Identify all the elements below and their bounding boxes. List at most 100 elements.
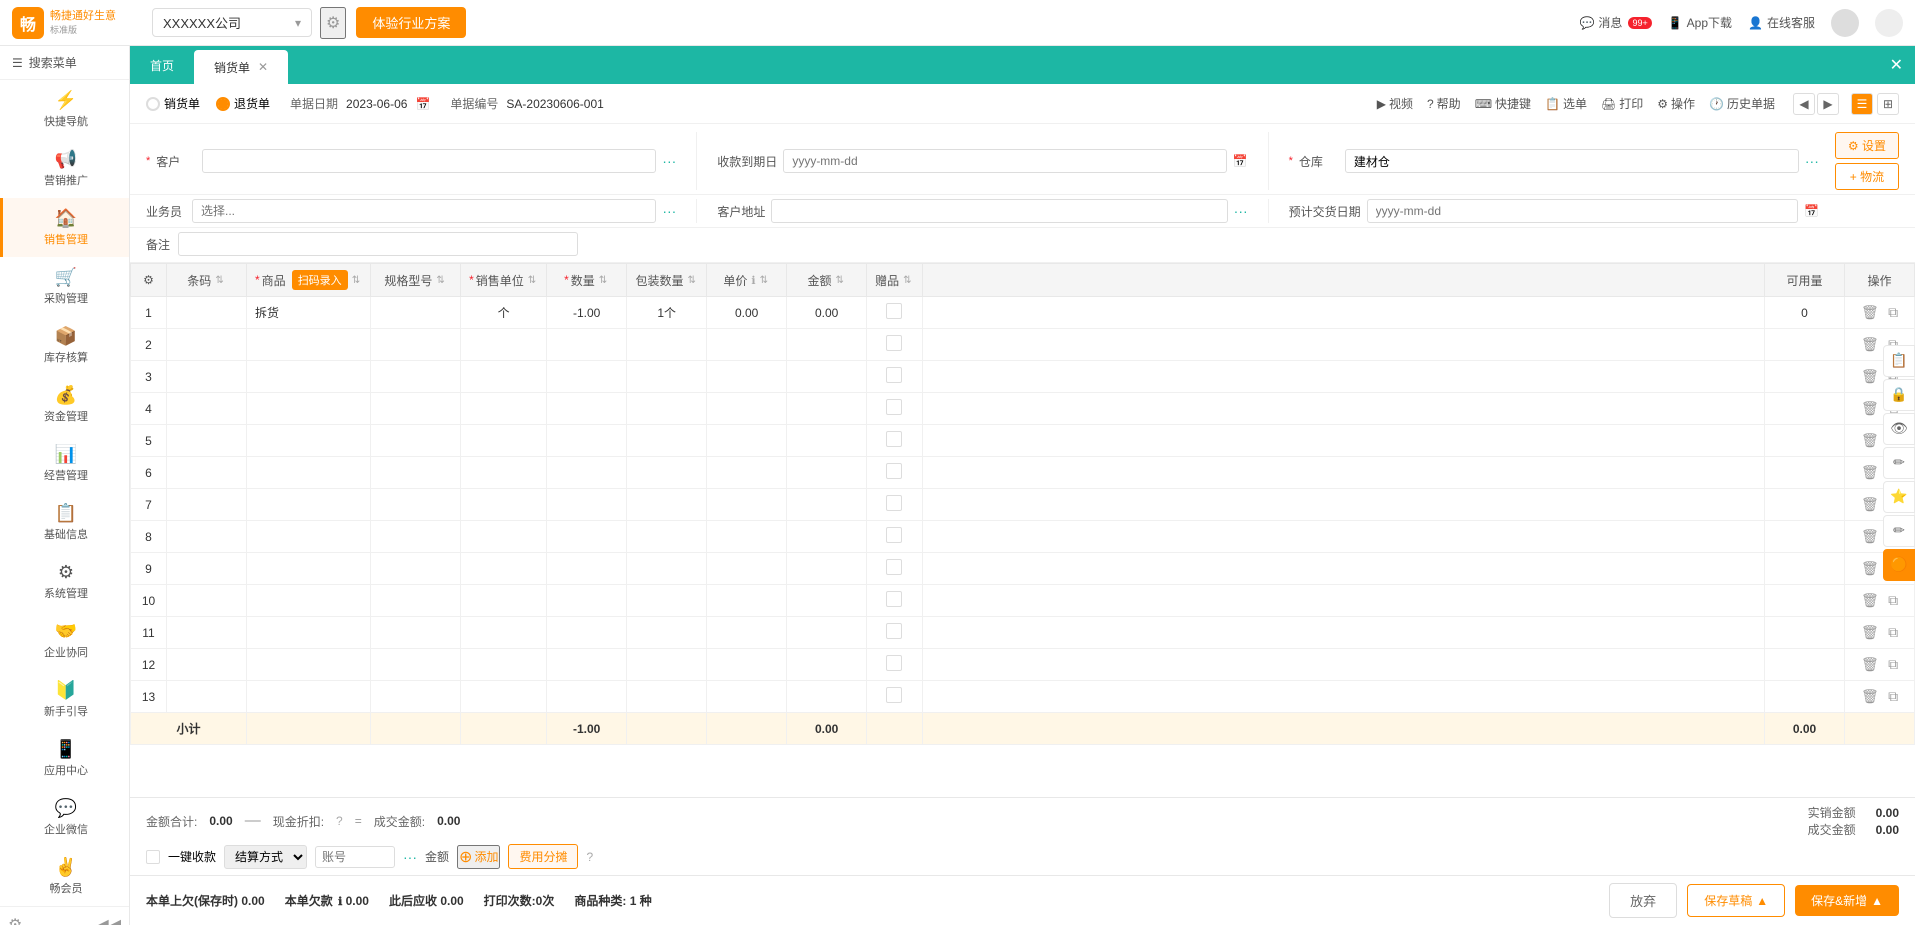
cell-barcode[interactable] [167, 585, 247, 617]
cell-spec[interactable] [371, 329, 461, 361]
customer-addr-dots-btn[interactable]: ··· [1234, 203, 1248, 219]
toolbar-print[interactable]: 🖨 打印 [1595, 92, 1649, 115]
delete-icon[interactable]: 🗑 [1861, 304, 1879, 320]
warehouse-dots-btn[interactable]: ··· [1805, 153, 1819, 169]
cell-pkg[interactable] [627, 585, 707, 617]
cell-gift[interactable] [867, 297, 922, 329]
radio-return[interactable]: 退货单 [216, 95, 270, 112]
cell-qty[interactable] [547, 585, 627, 617]
cell-pkg[interactable] [627, 361, 707, 393]
product-kinds-value[interactable]: 1 [630, 894, 637, 908]
cell-product[interactable] [247, 329, 371, 361]
gift-sort-icon[interactable]: ⇅ [903, 275, 911, 286]
cell-remark[interactable] [922, 585, 1764, 617]
copy-icon[interactable]: ⧉ [1888, 592, 1898, 608]
cell-qty[interactable] [547, 425, 627, 457]
cell-pkg[interactable] [627, 329, 707, 361]
delete-icon[interactable]: 🗑 [1861, 400, 1879, 416]
toolbar-shortcut[interactable]: ⌨ 快捷键 [1469, 92, 1537, 115]
cell-price[interactable] [707, 457, 787, 489]
cell-unit[interactable] [461, 585, 547, 617]
gift-checkbox[interactable] [886, 367, 902, 383]
th-settings[interactable]: ⚙ [131, 264, 167, 297]
delete-icon[interactable]: 🗑 [1861, 368, 1879, 384]
add-payment-btn[interactable]: ⊕ 添加 [457, 845, 500, 869]
table-row[interactable]: 9 🗑 ⧉ [131, 553, 1915, 585]
expense-split-btn[interactable]: 费用分摊 [508, 844, 578, 869]
message-btn[interactable]: 💬 消息 99+ [1579, 14, 1651, 31]
cell-spec[interactable] [371, 425, 461, 457]
cell-unit[interactable] [461, 649, 547, 681]
cell-barcode[interactable] [167, 681, 247, 713]
one-click-pay-checkbox[interactable] [146, 850, 160, 864]
gift-checkbox[interactable] [886, 495, 902, 511]
gift-checkbox[interactable] [886, 687, 902, 703]
cell-remark[interactable] [922, 681, 1764, 713]
cell-gift[interactable] [867, 425, 922, 457]
app-download-btn[interactable]: 📱 App下载 [1668, 14, 1732, 31]
cell-remark[interactable] [922, 457, 1764, 489]
cell-product[interactable] [247, 489, 371, 521]
cell-amount[interactable] [787, 393, 867, 425]
cell-unit[interactable] [461, 521, 547, 553]
price-info-icon[interactable]: ℹ [751, 274, 755, 287]
cell-amount[interactable] [787, 457, 867, 489]
sidebar-item-enterprise[interactable]: 🤝 企业协同 [0, 611, 129, 670]
cell-pkg[interactable] [627, 681, 707, 713]
sidebar-item-purchase[interactable]: 🛒 采购管理 [0, 257, 129, 316]
float-btn-1[interactable]: 📋 [1883, 345, 1915, 377]
toolbar-history[interactable]: 🕐 历史单据 [1703, 92, 1781, 115]
scan-btn[interactable]: 扫码录入 [292, 270, 348, 290]
gift-checkbox[interactable] [886, 431, 902, 447]
expected-date-calendar-icon[interactable]: 📅 [1804, 204, 1819, 218]
cell-price[interactable] [707, 329, 787, 361]
account-input[interactable] [315, 846, 395, 868]
page-next-btn[interactable]: ▶ [1817, 93, 1839, 115]
amount-sort-icon[interactable]: ⇅ [835, 275, 843, 286]
cell-qty[interactable] [547, 329, 627, 361]
minus-icon[interactable]: — [245, 812, 261, 830]
cell-pkg[interactable] [627, 617, 707, 649]
cell-pkg[interactable] [627, 553, 707, 585]
view-grid-btn[interactable]: ⊞ [1877, 93, 1899, 115]
cell-pkg[interactable] [627, 393, 707, 425]
delete-icon[interactable]: 🗑 [1861, 464, 1879, 480]
debt-info-icon[interactable]: ℹ [338, 896, 342, 908]
search-menu-btn[interactable]: ☰ 搜索菜单 [0, 46, 129, 80]
gift-checkbox[interactable] [886, 399, 902, 415]
cell-spec[interactable] [371, 681, 461, 713]
cell-barcode[interactable] [167, 329, 247, 361]
cell-qty[interactable] [547, 553, 627, 585]
expense-help-icon[interactable]: ? [586, 850, 593, 864]
cell-pkg[interactable] [627, 425, 707, 457]
copy-icon[interactable]: ⧉ [1888, 688, 1898, 704]
table-row[interactable]: 3 🗑 ⧉ [131, 361, 1915, 393]
delete-icon[interactable]: 🗑 [1861, 336, 1879, 352]
cell-qty[interactable] [547, 649, 627, 681]
cell-gift[interactable] [867, 617, 922, 649]
cell-barcode[interactable] [167, 457, 247, 489]
cell-pkg[interactable] [627, 521, 707, 553]
sidebar-item-basic-info[interactable]: 📋 基础信息 [0, 493, 129, 552]
sidebar-item-app-center[interactable]: 📱 应用中心 [0, 729, 129, 788]
cell-pkg[interactable]: 1个 [627, 297, 707, 329]
table-row[interactable]: 11 🗑 ⧉ [131, 617, 1915, 649]
cell-unit[interactable] [461, 553, 547, 585]
unit-sort-icon[interactable]: ⇅ [528, 275, 536, 286]
cell-amount[interactable] [787, 361, 867, 393]
cell-qty[interactable] [547, 617, 627, 649]
cell-product[interactable] [247, 617, 371, 649]
payment-due-input[interactable] [783, 149, 1226, 173]
cell-price[interactable] [707, 649, 787, 681]
cell-remark[interactable] [922, 393, 1764, 425]
tab-home[interactable]: 首页 [130, 46, 194, 84]
gift-checkbox[interactable] [886, 623, 902, 639]
abandon-btn[interactable]: 放弃 [1609, 883, 1677, 918]
cell-gift[interactable] [867, 521, 922, 553]
cell-product[interactable] [247, 553, 371, 585]
tab-close-icon[interactable]: ✕ [258, 60, 268, 74]
cell-price[interactable] [707, 585, 787, 617]
table-row[interactable]: 6 🗑 ⧉ [131, 457, 1915, 489]
cell-amount[interactable] [787, 425, 867, 457]
gift-checkbox[interactable] [886, 303, 902, 319]
